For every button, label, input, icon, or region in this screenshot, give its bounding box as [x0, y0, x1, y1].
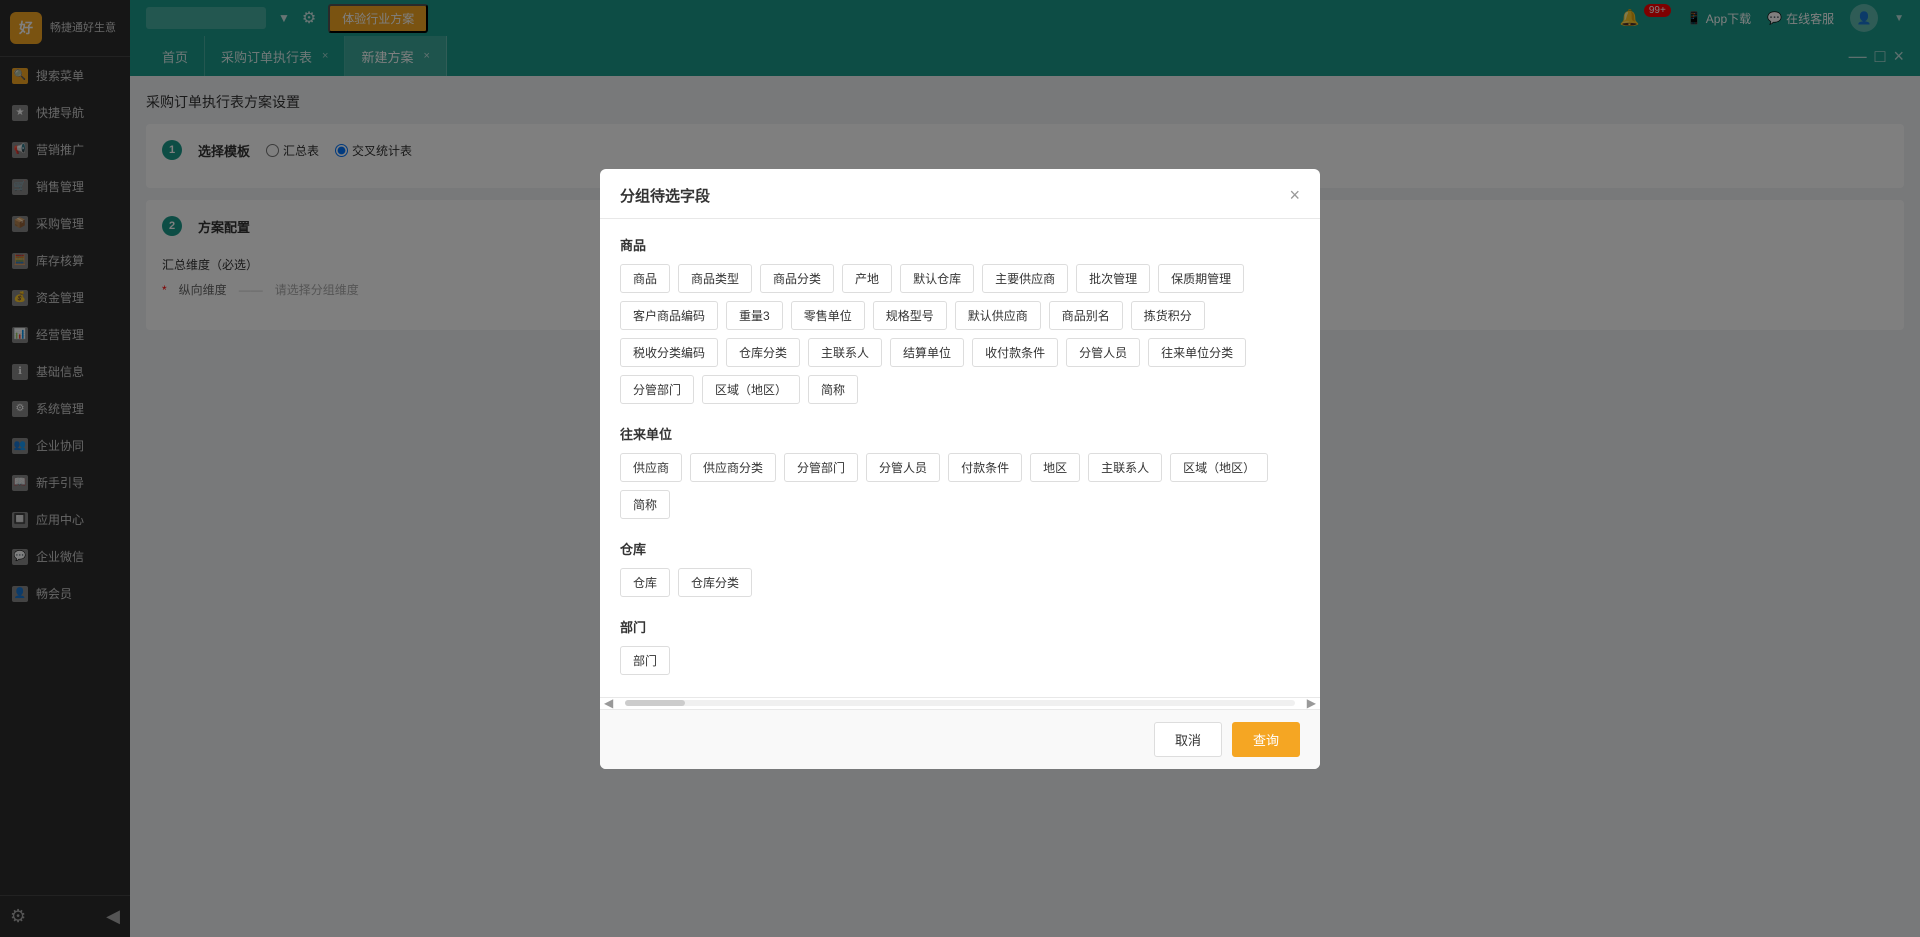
- modal-hscroll[interactable]: ◀ ▶: [600, 697, 1320, 709]
- field-tag[interactable]: 往来单位分类: [1148, 338, 1246, 367]
- section-department: 部门 部门: [620, 617, 1300, 675]
- modal-body[interactable]: 商品 商品 商品类型 商品分类 产地 默认仓库 主要供应商 批次管理 保质期管理…: [600, 219, 1320, 697]
- section-product-title: 商品: [620, 235, 1300, 254]
- field-tag[interactable]: 商品类型: [678, 264, 752, 293]
- field-tag[interactable]: 商品: [620, 264, 670, 293]
- section-product: 商品 商品 商品类型 商品分类 产地 默认仓库 主要供应商 批次管理 保质期管理…: [620, 235, 1300, 404]
- field-tag[interactable]: 分管部门: [620, 375, 694, 404]
- modal-close-btn[interactable]: ×: [1289, 186, 1300, 204]
- field-tag[interactable]: 分管部门: [784, 453, 858, 482]
- section-warehouse: 仓库 仓库 仓库分类: [620, 539, 1300, 597]
- field-tag[interactable]: 收付款条件: [972, 338, 1058, 367]
- field-tag[interactable]: 商品分类: [760, 264, 834, 293]
- field-tag[interactable]: 规格型号: [873, 301, 947, 330]
- modal-overlay: 分组待选字段 × 商品 商品 商品类型 商品分类 产地 默认仓库 主要供应商 批…: [0, 0, 1920, 937]
- field-tag[interactable]: 主要供应商: [982, 264, 1068, 293]
- section-counterparty: 往来单位 供应商 供应商分类 分管部门 分管人员 付款条件 地区 主联系人 区域…: [620, 424, 1300, 519]
- modal-title: 分组待选字段: [620, 185, 710, 206]
- field-tag[interactable]: 区域（地区）: [1170, 453, 1268, 482]
- field-tag[interactable]: 产地: [842, 264, 892, 293]
- field-tag[interactable]: 拣货积分: [1131, 301, 1205, 330]
- field-tag[interactable]: 区域（地区）: [702, 375, 800, 404]
- field-tag[interactable]: 结算单位: [890, 338, 964, 367]
- modal-footer: 取消 查询: [600, 709, 1320, 769]
- field-tag[interactable]: 重量3: [726, 301, 783, 330]
- warehouse-fields: 仓库 仓库分类: [620, 568, 1300, 597]
- hscroll-bar: [625, 700, 1295, 706]
- field-tag[interactable]: 供应商分类: [690, 453, 776, 482]
- department-fields: 部门: [620, 646, 1300, 675]
- product-fields: 商品 商品类型 商品分类 产地 默认仓库 主要供应商 批次管理 保质期管理 客户…: [620, 264, 1300, 404]
- scroll-right-arrow[interactable]: ▶: [1303, 696, 1320, 710]
- field-tag[interactable]: 部门: [620, 646, 670, 675]
- field-tag[interactable]: 分管人员: [1066, 338, 1140, 367]
- field-tag[interactable]: 零售单位: [791, 301, 865, 330]
- field-tag[interactable]: 简称: [808, 375, 858, 404]
- field-tag[interactable]: 默认供应商: [955, 301, 1041, 330]
- field-tag[interactable]: 付款条件: [948, 453, 1022, 482]
- section-department-title: 部门: [620, 617, 1300, 636]
- field-tag[interactable]: 地区: [1030, 453, 1080, 482]
- field-tag[interactable]: 默认仓库: [900, 264, 974, 293]
- section-warehouse-title: 仓库: [620, 539, 1300, 558]
- field-tag[interactable]: 保质期管理: [1158, 264, 1244, 293]
- scroll-left-arrow[interactable]: ◀: [600, 696, 617, 710]
- counterparty-fields: 供应商 供应商分类 分管部门 分管人员 付款条件 地区 主联系人 区域（地区） …: [620, 453, 1300, 519]
- confirm-button[interactable]: 查询: [1232, 722, 1300, 757]
- field-tag[interactable]: 主联系人: [808, 338, 882, 367]
- field-tag[interactable]: 税收分类编码: [620, 338, 718, 367]
- section-counterparty-title: 往来单位: [620, 424, 1300, 443]
- field-tag[interactable]: 批次管理: [1076, 264, 1150, 293]
- hscroll-thumb[interactable]: [625, 700, 685, 706]
- field-tag[interactable]: 简称: [620, 490, 670, 519]
- modal-header: 分组待选字段 ×: [600, 169, 1320, 219]
- field-tag[interactable]: 主联系人: [1088, 453, 1162, 482]
- field-tag[interactable]: 仓库分类: [678, 568, 752, 597]
- field-tag[interactable]: 商品别名: [1049, 301, 1123, 330]
- field-tag[interactable]: 供应商: [620, 453, 682, 482]
- field-tag[interactable]: 仓库: [620, 568, 670, 597]
- field-tag[interactable]: 仓库分类: [726, 338, 800, 367]
- field-tag[interactable]: 分管人员: [866, 453, 940, 482]
- field-select-modal: 分组待选字段 × 商品 商品 商品类型 商品分类 产地 默认仓库 主要供应商 批…: [600, 169, 1320, 769]
- field-tag[interactable]: 客户商品编码: [620, 301, 718, 330]
- cancel-button[interactable]: 取消: [1154, 722, 1222, 757]
